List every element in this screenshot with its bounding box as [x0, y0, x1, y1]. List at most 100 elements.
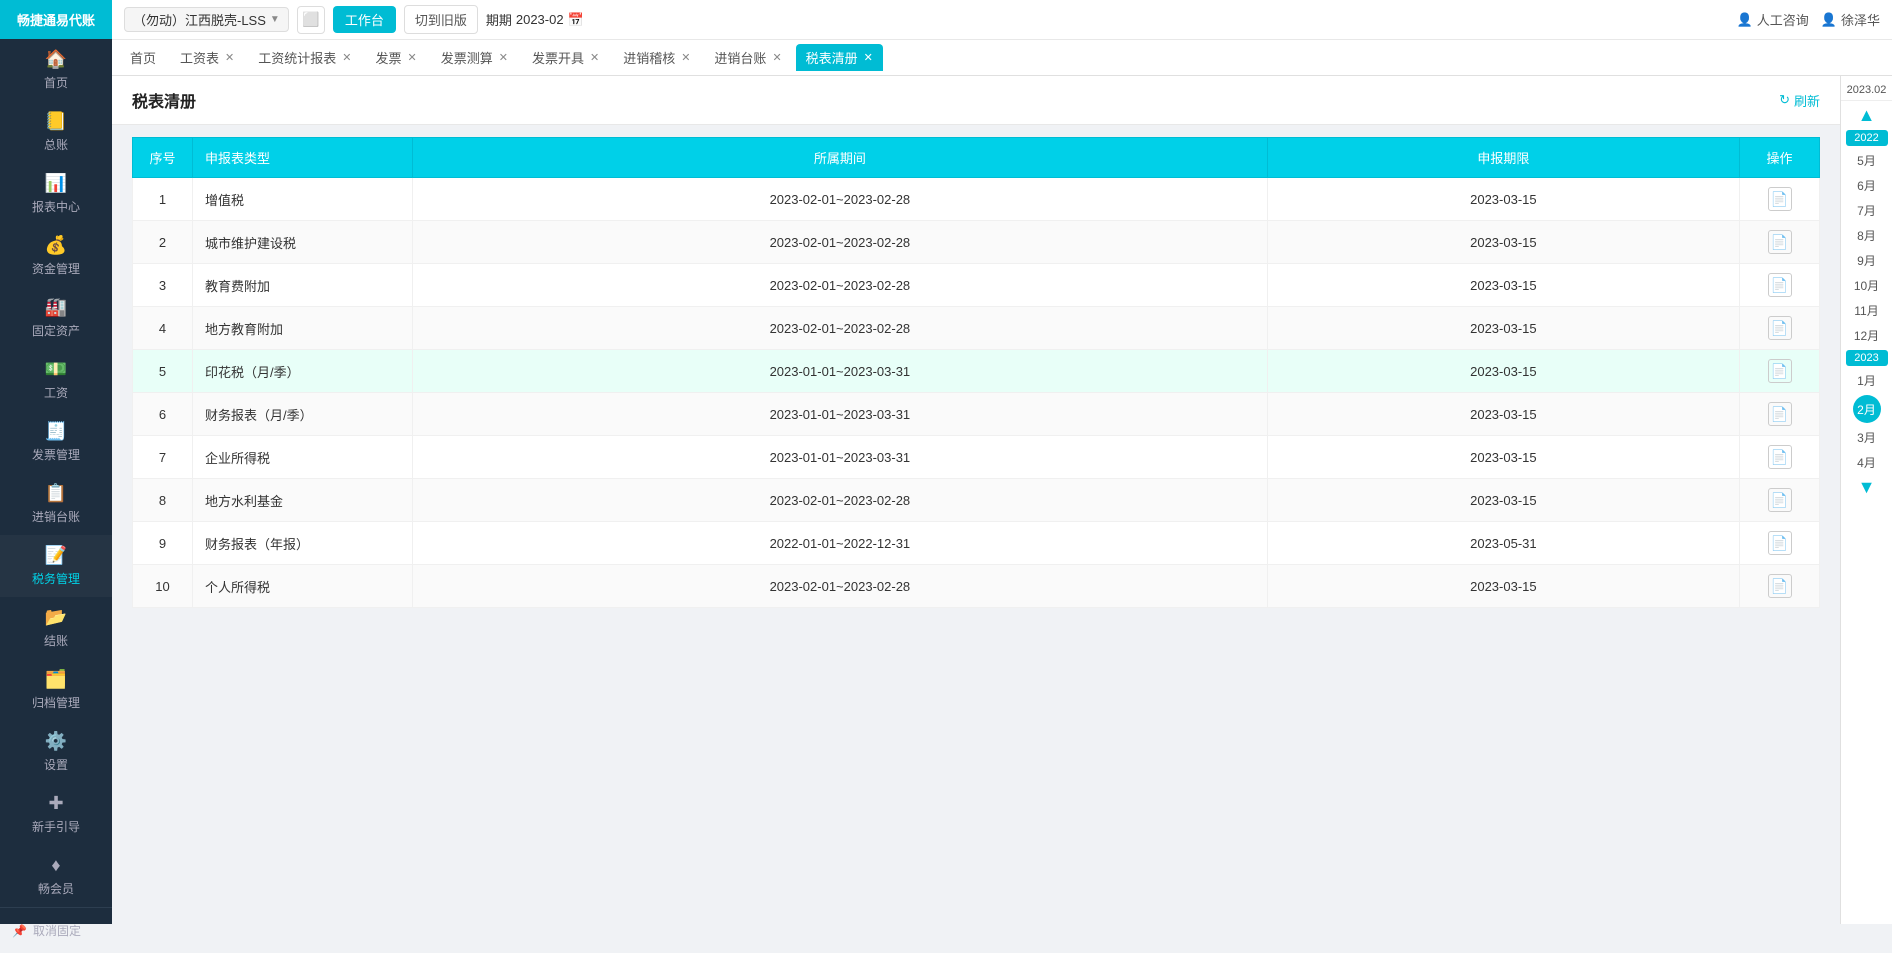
cell-period: 2023-02-01~2023-02-28 [413, 178, 1268, 221]
sidebar-item-label: 报表中心 [32, 198, 80, 215]
month-2023-2-active[interactable]: 2月 [1853, 395, 1881, 423]
tab-tax-list[interactable]: 税表清册 ✕ [796, 44, 883, 71]
sidebar-item-fixed-assets[interactable]: 🏭 固定资产 [0, 287, 112, 349]
tab-in-out-check[interactable]: 进销稽核 ✕ [613, 44, 700, 71]
month-2022-9[interactable]: 9月 [1841, 248, 1892, 273]
op-detail-button[interactable]: 📄 [1768, 187, 1792, 211]
tab-payroll-stats[interactable]: 工资统计报表 ✕ [248, 44, 361, 71]
copy-button[interactable]: ⬜ [297, 6, 325, 34]
cell-id: 7 [133, 436, 193, 479]
month-2022-11[interactable]: 11月 [1841, 298, 1892, 323]
op-detail-button[interactable]: 📄 [1768, 445, 1792, 469]
op-detail-button[interactable]: 📄 [1768, 531, 1792, 555]
panel-up-button[interactable]: ▲ [1856, 103, 1878, 128]
refresh-icon: ↻ [1779, 92, 1790, 108]
month-2022-8[interactable]: 8月 [1841, 223, 1892, 248]
ai-consult-button[interactable]: 👤 人工咨询 [1737, 10, 1809, 29]
cell-id: 9 [133, 522, 193, 565]
sidebar-item-label: 进销台账 [32, 508, 80, 525]
user-area[interactable]: 👤 徐泽华 [1821, 10, 1880, 29]
op-detail-button[interactable]: 📄 [1768, 359, 1792, 383]
tab-invoice-calc[interactable]: 发票测算 ✕ [431, 44, 518, 71]
sidebar-item-ledger[interactable]: 📒 总账 [0, 101, 112, 163]
op-detail-button[interactable]: 📄 [1768, 273, 1792, 297]
cell-op: 📄 [1740, 350, 1820, 393]
sidebar-item-settlement[interactable]: 📂 结账 [0, 597, 112, 659]
invoice-mgr-icon: 🧾 [45, 421, 67, 442]
sidebar-item-fund[interactable]: 💰 资金管理 [0, 225, 112, 287]
op-detail-button[interactable]: 📄 [1768, 230, 1792, 254]
sidebar-item-report[interactable]: 📊 报表中心 [0, 163, 112, 225]
refresh-button[interactable]: ↻ 刷新 [1779, 91, 1820, 110]
cell-name: 地方教育附加 [193, 307, 413, 350]
cell-deadline: 2023-03-15 [1267, 350, 1739, 393]
cell-name: 财务报表（年报） [193, 522, 413, 565]
cell-period: 2023-02-01~2023-02-28 [413, 307, 1268, 350]
op-detail-button[interactable]: 📄 [1768, 574, 1792, 598]
sidebar-item-in-out[interactable]: 📋 进销台账 [0, 473, 112, 535]
main-area: （勿动）江西脱壳-LSS ▼ ⬜ 工作台 切到旧版 期期 2023-02 📅 👤… [112, 0, 1892, 924]
sidebar-item-member[interactable]: ♦ 畅会员 [0, 845, 112, 907]
table-row: 5 印花税（月/季） 2023-01-01~2023-03-31 2023-03… [133, 350, 1820, 393]
switch-button[interactable]: 切到旧版 [404, 5, 478, 34]
tab-close-icon[interactable]: ✕ [342, 51, 351, 64]
table-row: 4 地方教育附加 2023-02-01~2023-02-28 2023-03-1… [133, 307, 1820, 350]
op-detail-button[interactable]: 📄 [1768, 488, 1792, 512]
sidebar-item-settings[interactable]: ⚙️ 设置 [0, 721, 112, 783]
cell-deadline: 2023-03-15 [1267, 436, 1739, 479]
month-2023-3[interactable]: 3月 [1841, 425, 1892, 450]
sidebar-item-guide[interactable]: ✚ 新手引导 [0, 783, 112, 845]
cell-op: 📄 [1740, 264, 1820, 307]
op-detail-button[interactable]: 📄 [1768, 316, 1792, 340]
table-row: 3 教育费附加 2023-02-01~2023-02-28 2023-03-15… [133, 264, 1820, 307]
sidebar-item-invoice-mgr[interactable]: 🧾 发票管理 [0, 411, 112, 473]
month-2022-6[interactable]: 6月 [1841, 173, 1892, 198]
cell-id: 2 [133, 221, 193, 264]
cell-deadline: 2023-03-15 [1267, 393, 1739, 436]
sidebar-item-label: 结账 [44, 632, 68, 649]
sidebar-item-tax[interactable]: 📝 税务管理 [0, 535, 112, 597]
unfix-button[interactable]: 📌 取消固定 [0, 916, 112, 945]
table-row: 7 企业所得税 2023-01-01~2023-03-31 2023-03-15… [133, 436, 1820, 479]
tab-close-icon[interactable]: ✕ [408, 51, 417, 64]
cell-deadline: 2023-05-31 [1267, 522, 1739, 565]
tab-home[interactable]: 首页 [120, 44, 166, 71]
panel-down-button[interactable]: ▼ [1856, 475, 1878, 500]
tab-close-icon[interactable]: ✕ [590, 51, 599, 64]
month-2022-12[interactable]: 12月 [1841, 323, 1892, 348]
member-icon: ♦ [51, 855, 60, 876]
sidebar-item-payroll[interactable]: 💵 工资 [0, 349, 112, 411]
payroll-icon: 💵 [45, 359, 67, 380]
tab-close-icon[interactable]: ✕ [772, 51, 781, 64]
sidebar-item-home[interactable]: 🏠 首页 [0, 39, 112, 101]
month-2022-7[interactable]: 7月 [1841, 198, 1892, 223]
tab-close-icon[interactable]: ✕ [225, 51, 234, 64]
sidebar-item-archive[interactable]: 🗂️ 归档管理 [0, 659, 112, 721]
month-2022-5[interactable]: 5月 [1841, 148, 1892, 173]
op-detail-button[interactable]: 📄 [1768, 402, 1792, 426]
company-selector[interactable]: （勿动）江西脱壳-LSS ▼ [124, 7, 289, 32]
tab-payroll[interactable]: 工资表 ✕ [170, 44, 244, 71]
chevron-down-icon: ▼ [270, 14, 280, 25]
cell-id: 8 [133, 479, 193, 522]
col-header-name: 申报表类型 [193, 138, 413, 178]
month-2022-10[interactable]: 10月 [1841, 273, 1892, 298]
tab-close-icon[interactable]: ✕ [681, 51, 690, 64]
unfix-icon: 📌 [12, 924, 27, 938]
workspace-button[interactable]: 工作台 [333, 6, 396, 33]
cell-period: 2022-01-01~2022-12-31 [413, 522, 1268, 565]
tab-in-out-account[interactable]: 进销台账 ✕ [704, 44, 791, 71]
fund-icon: 💰 [45, 235, 67, 256]
table-row: 6 财务报表（月/季） 2023-01-01~2023-03-31 2023-0… [133, 393, 1820, 436]
tab-invoice[interactable]: 发票 ✕ [365, 44, 426, 71]
period-value: 2023-02 [516, 12, 564, 27]
tax-table: 序号 申报表类型 所属期间 申报期限 操作 1 增值税 2023-02-01~2… [132, 137, 1820, 608]
sidebar-item-label: 归档管理 [32, 694, 80, 711]
col-header-op: 操作 [1740, 138, 1820, 178]
month-2023-1[interactable]: 1月 [1841, 368, 1892, 393]
tab-close-icon[interactable]: ✕ [864, 51, 873, 64]
tab-close-icon[interactable]: ✕ [499, 51, 508, 64]
tab-invoice-open[interactable]: 发票开具 ✕ [522, 44, 609, 71]
cell-deadline: 2023-03-15 [1267, 307, 1739, 350]
month-2023-4[interactable]: 4月 [1841, 450, 1892, 475]
